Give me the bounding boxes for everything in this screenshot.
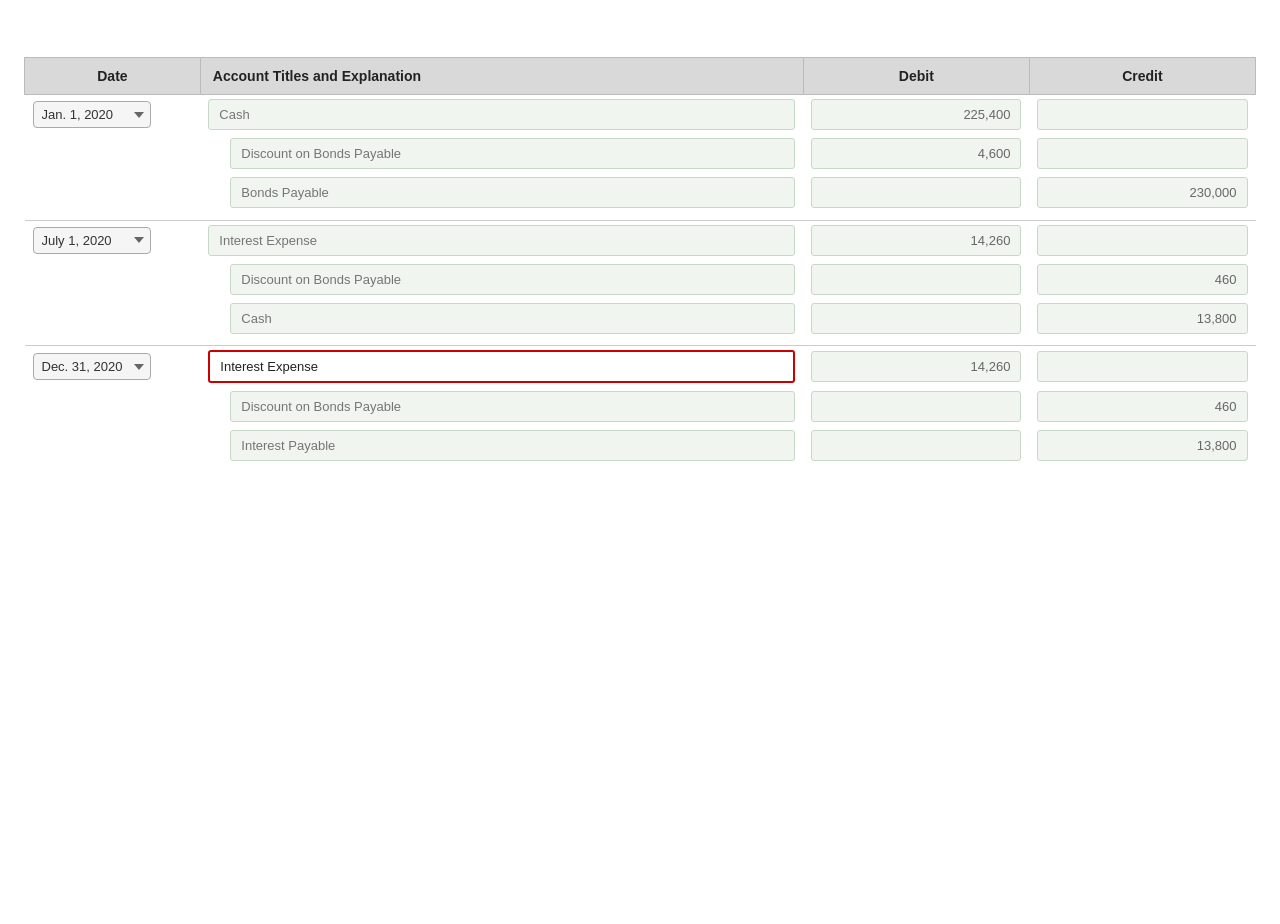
debit-input[interactable] bbox=[811, 99, 1021, 130]
journal-table: Date Account Titles and Explanation Debi… bbox=[24, 57, 1256, 473]
account-cell bbox=[200, 346, 803, 388]
date-cell bbox=[25, 387, 201, 426]
col-header-account: Account Titles and Explanation bbox=[200, 58, 803, 95]
debit-cell bbox=[803, 260, 1029, 299]
debit-input[interactable] bbox=[811, 138, 1021, 169]
account-cell bbox=[200, 387, 803, 426]
table-row: Jan. 1, 2020 bbox=[25, 95, 1256, 135]
debit-input[interactable] bbox=[811, 177, 1021, 208]
debit-input[interactable] bbox=[811, 391, 1021, 422]
debit-input[interactable] bbox=[811, 264, 1021, 295]
table-row: Dec. 31, 2020 bbox=[25, 346, 1256, 388]
account-cell bbox=[200, 426, 803, 465]
table-row bbox=[25, 387, 1256, 426]
account-input[interactable] bbox=[230, 303, 795, 334]
credit-input[interactable] bbox=[1037, 177, 1247, 208]
debit-cell bbox=[803, 173, 1029, 212]
account-cell bbox=[200, 299, 803, 338]
account-cell bbox=[200, 220, 803, 260]
date-select[interactable]: Dec. 31, 2020 bbox=[33, 353, 151, 380]
account-input[interactable] bbox=[208, 225, 795, 256]
date-cell: July 1, 2020 bbox=[25, 220, 201, 260]
account-input[interactable] bbox=[230, 391, 795, 422]
date-cell bbox=[25, 260, 201, 299]
debit-cell bbox=[803, 299, 1029, 338]
credit-input[interactable] bbox=[1037, 430, 1247, 461]
table-row bbox=[25, 134, 1256, 173]
date-cell bbox=[25, 173, 201, 212]
credit-cell bbox=[1029, 173, 1255, 212]
credit-input[interactable] bbox=[1037, 264, 1247, 295]
credit-cell bbox=[1029, 220, 1255, 260]
col-header-debit: Debit bbox=[803, 58, 1029, 95]
credit-cell bbox=[1029, 134, 1255, 173]
date-select[interactable]: Jan. 1, 2020 bbox=[33, 101, 151, 128]
debit-input[interactable] bbox=[811, 430, 1021, 461]
debit-cell bbox=[803, 387, 1029, 426]
credit-input[interactable] bbox=[1037, 225, 1247, 256]
col-header-date: Date bbox=[25, 58, 201, 95]
debit-cell bbox=[803, 134, 1029, 173]
table-header-row: Date Account Titles and Explanation Debi… bbox=[25, 58, 1256, 95]
account-cell bbox=[200, 260, 803, 299]
account-cell bbox=[200, 134, 803, 173]
account-input[interactable] bbox=[208, 99, 795, 130]
debit-input[interactable] bbox=[811, 225, 1021, 256]
table-row bbox=[25, 260, 1256, 299]
credit-cell bbox=[1029, 299, 1255, 338]
date-select[interactable]: July 1, 2020 bbox=[33, 227, 151, 254]
credit-cell bbox=[1029, 260, 1255, 299]
account-cell bbox=[200, 173, 803, 212]
debit-cell bbox=[803, 346, 1029, 388]
account-input[interactable] bbox=[230, 138, 795, 169]
problem-description bbox=[24, 20, 1256, 41]
credit-cell bbox=[1029, 346, 1255, 388]
credit-cell bbox=[1029, 426, 1255, 465]
debit-input[interactable] bbox=[811, 351, 1021, 382]
table-row bbox=[25, 426, 1256, 465]
credit-cell bbox=[1029, 387, 1255, 426]
date-cell bbox=[25, 426, 201, 465]
account-input[interactable] bbox=[230, 430, 795, 461]
credit-input[interactable] bbox=[1037, 351, 1247, 382]
debit-cell bbox=[803, 95, 1029, 135]
credit-input[interactable] bbox=[1037, 99, 1247, 130]
credit-input[interactable] bbox=[1037, 391, 1247, 422]
table-row bbox=[25, 173, 1256, 212]
date-cell: Dec. 31, 2020 bbox=[25, 346, 201, 388]
account-input[interactable] bbox=[230, 177, 795, 208]
date-cell bbox=[25, 134, 201, 173]
date-cell: Jan. 1, 2020 bbox=[25, 95, 201, 135]
table-row: July 1, 2020 bbox=[25, 220, 1256, 260]
date-cell bbox=[25, 299, 201, 338]
col-header-credit: Credit bbox=[1029, 58, 1255, 95]
account-input[interactable] bbox=[230, 264, 795, 295]
table-row bbox=[25, 299, 1256, 338]
credit-input[interactable] bbox=[1037, 303, 1247, 334]
credit-cell bbox=[1029, 95, 1255, 135]
debit-input[interactable] bbox=[811, 303, 1021, 334]
debit-cell bbox=[803, 220, 1029, 260]
credit-input[interactable] bbox=[1037, 138, 1247, 169]
account-input[interactable] bbox=[208, 350, 795, 383]
debit-cell bbox=[803, 426, 1029, 465]
account-cell bbox=[200, 95, 803, 135]
